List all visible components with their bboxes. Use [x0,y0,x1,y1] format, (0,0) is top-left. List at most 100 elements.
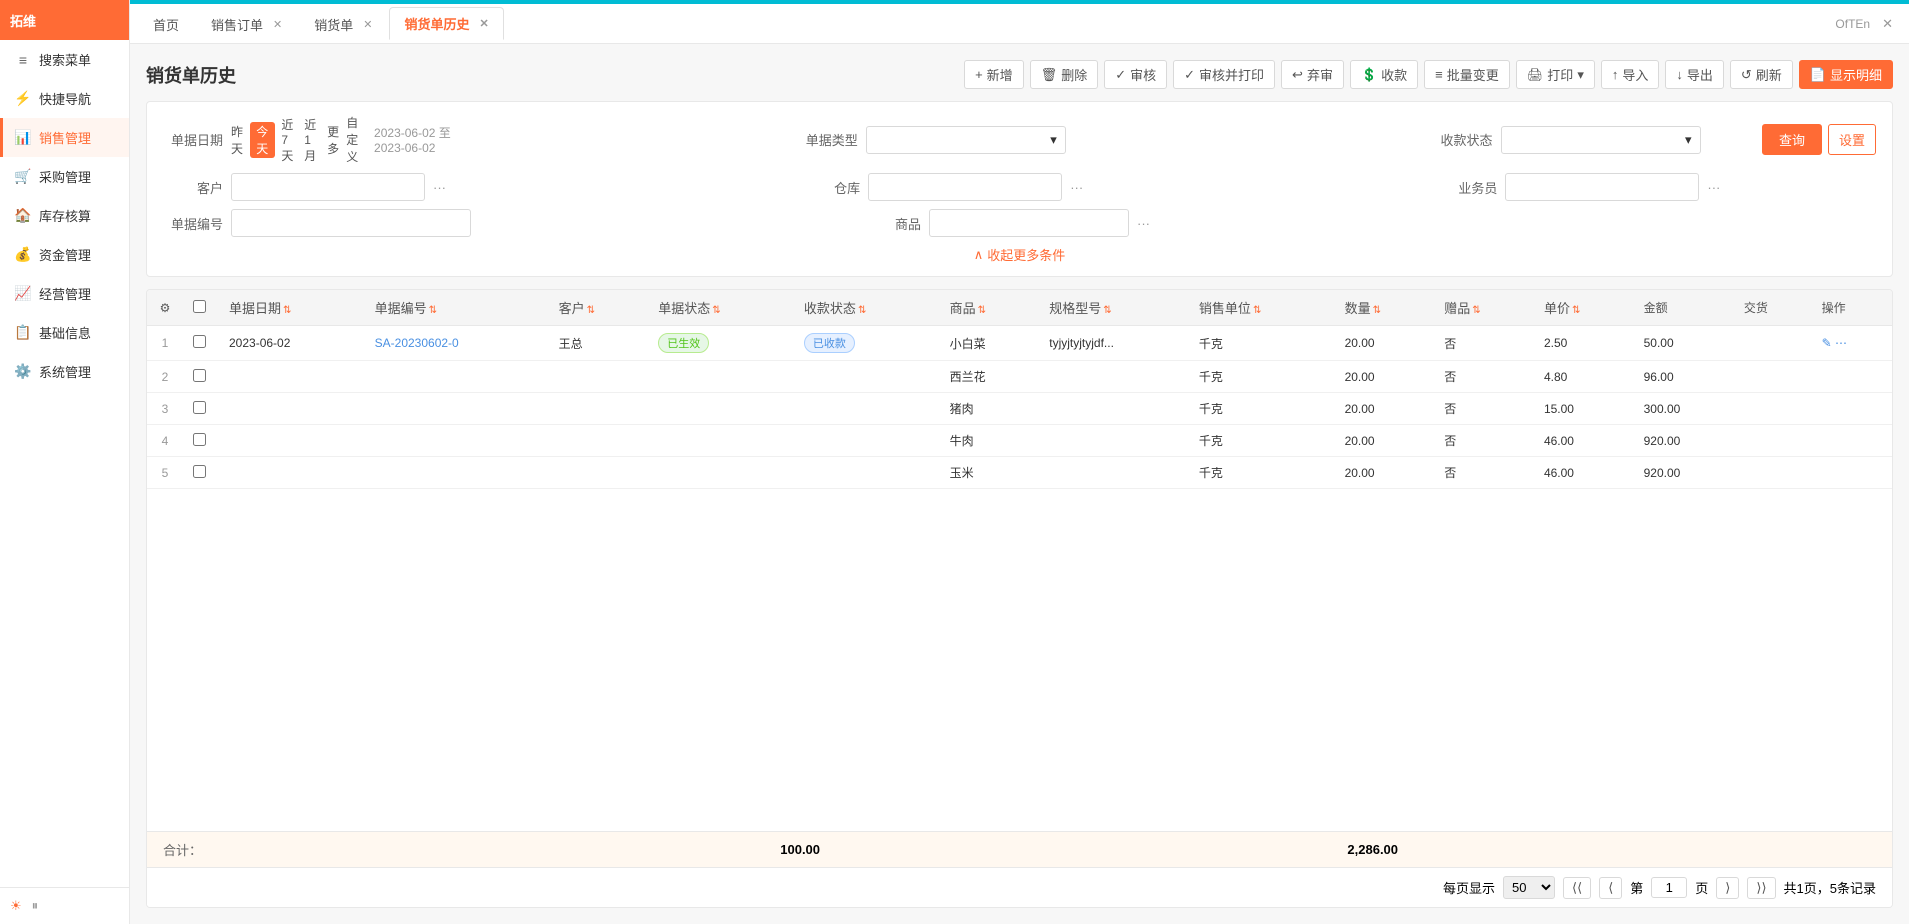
add-button[interactable]: + 新增 [964,60,1024,89]
doc-num-link[interactable]: SA-20230602-0 [375,336,459,350]
query-button[interactable]: 查询 [1762,124,1822,155]
tab-sales-history-close[interactable]: ✕ [480,17,489,30]
table-cell [1039,393,1189,425]
row-checkbox[interactable] [193,433,206,446]
sidebar-item-purchase-mgmt[interactable]: 🛒 采购管理 [0,157,129,196]
tab-sales-order[interactable]: 销售订单 ✕ [196,8,297,40]
docnum-input[interactable] [231,209,471,237]
sidebar-item-sales-mgmt[interactable]: 📊 销售管理 [0,118,129,157]
th-customer: 客户⇅ [549,290,649,326]
table-row: 12023-06-02SA-20230602-0王总已生效已收款小白菜tyjyj… [147,326,1892,361]
salesperson-filter-field: 业务员 ··· [1437,173,1740,201]
batch-change-button[interactable]: ≡ 批量变更 [1424,60,1510,89]
warehouse-input[interactable] [868,173,1062,201]
show-detail-button[interactable]: 📄 显示明细 [1799,60,1893,89]
window-close-button[interactable]: ✕ [1882,16,1893,32]
tab-sales-goods[interactable]: 销货单 ✕ [299,8,387,40]
sort-qty-icon[interactable]: ⇅ [1373,305,1381,316]
current-page-input[interactable] [1651,877,1687,898]
sidebar-bottom-icon1[interactable]: ☀ [10,898,22,914]
customer-ellipsis[interactable]: ··· [433,180,446,195]
sort-docstatus-icon[interactable]: ⇅ [712,305,720,316]
th-unit: 销售单位⇅ [1189,290,1335,326]
select-all-checkbox[interactable] [193,300,206,313]
shortcut-custom[interactable]: 自定义 [346,114,366,165]
edit-link[interactable]: ✎ [1822,336,1832,350]
sort-docnum-icon[interactable]: ⇅ [429,305,437,316]
sidebar-item-search-menu[interactable]: ≡ 搜索菜单 [0,40,129,79]
goods-input[interactable] [929,209,1129,237]
sidebar-item-inventory[interactable]: 🏠 库存核算 [0,196,129,235]
collect-select[interactable]: ▾ [1501,126,1701,154]
settings-button[interactable]: 设置 [1828,124,1876,155]
page-size-select[interactable]: 50 100 200 [1503,876,1555,899]
type-select[interactable]: ▾ [866,126,1066,154]
sidebar-item-label: 快捷导航 [39,89,91,108]
row-checkbox[interactable] [193,335,206,348]
salesperson-input[interactable] [1505,173,1699,201]
audit-button[interactable]: ✓ 审核 [1104,60,1167,89]
sort-spec-icon[interactable]: ⇅ [1103,305,1111,316]
table-cell [219,425,365,457]
sidebar-item-finance[interactable]: 💰 资金管理 [0,235,129,274]
customer-input[interactable] [231,173,425,201]
table-cell: 1 [147,326,183,361]
goods-ellipsis[interactable]: ··· [1137,216,1150,231]
row-checkbox[interactable] [193,465,206,478]
delete-button[interactable]: 🗑 删除 [1030,60,1099,89]
collect-button[interactable]: 💲 收款 [1350,60,1418,89]
table-row: 3猪肉千克20.00否15.00300.00 [147,393,1892,425]
sort-gift-icon[interactable]: ⇅ [1472,305,1480,316]
shortcut-more[interactable]: 更多 [327,123,340,157]
last-page-button[interactable]: ⟩⟩ [1747,877,1775,899]
abandon-button[interactable]: ↩ 弃审 [1281,60,1344,89]
sort-collectstatus-icon[interactable]: ⇅ [858,305,866,316]
sidebar-item-basic-info[interactable]: 📋 基础信息 [0,313,129,352]
th-goods: 商品⇅ [940,290,1040,326]
tab-home[interactable]: 首页 [138,8,194,40]
sidebar-item-quick-nav[interactable]: ⚡ 快捷导航 [0,79,129,118]
sidebar-item-ops-mgmt[interactable]: 📈 经营管理 [0,274,129,313]
sort-date-icon[interactable]: ⇅ [283,305,291,316]
more-link[interactable]: ⋯ [1835,336,1847,350]
app-logo: 拓维 [0,0,129,40]
row-checkbox[interactable] [193,401,206,414]
th-checkbox[interactable] [183,290,219,326]
shortcut-today[interactable]: 今天 [250,122,275,158]
goods-filter-field: 商品 ··· [861,209,1194,237]
sort-goods-icon[interactable]: ⇅ [978,305,986,316]
audit-print-button[interactable]: ✓ 审核并打印 [1173,60,1275,89]
filter-row-1: 单据日期 昨天 今天 近7天 近1月 更多 自定义 2023-06-02 至 2… [163,114,1876,165]
sort-price-icon[interactable]: ⇅ [1572,305,1580,316]
refresh-button[interactable]: ↺ 刷新 [1730,60,1793,89]
shortcut-yesterday[interactable]: 昨天 [231,123,244,157]
table-cell: tyjyjtyjtyjdf... [1039,326,1189,361]
row-checkbox[interactable] [193,369,206,382]
shortcut-7days[interactable]: 近7天 [281,116,298,164]
prev-page-button[interactable]: ⟨ [1599,877,1622,899]
sort-unit-icon[interactable]: ⇅ [1253,305,1261,316]
salesperson-ellipsis[interactable]: ··· [1707,180,1720,195]
sort-customer-icon[interactable]: ⇅ [587,305,595,316]
tab-sales-goods-close[interactable]: ✕ [363,18,372,31]
data-table: ⚙ 单据日期⇅ 单据编号⇅ 客户⇅ 单据状态⇅ 收款状态⇅ 商品⇅ 规格型号⇅ … [147,290,1892,489]
goods-label: 商品 [861,214,921,233]
table-cell: 20.00 [1335,361,1435,393]
tab-sales-history[interactable]: 销货单历史 ✕ [389,7,503,40]
th-gear[interactable]: ⚙ [147,290,183,326]
export-button[interactable]: ↓ 导出 [1665,60,1724,89]
lightning-icon: ⚡ [15,91,31,107]
shortcut-1month[interactable]: 近1月 [304,116,321,164]
sidebar-item-sys-mgmt[interactable]: ⚙️ 系统管理 [0,352,129,391]
sidebar-bottom-icon2[interactable]: ⏸ [32,898,39,914]
print-button[interactable]: 🖨 打印 ▾ [1516,60,1595,89]
table-cell [183,326,219,361]
docnum-label: 单据编号 [163,214,223,233]
collapse-button[interactable]: ∧ 收起更多条件 [163,245,1876,264]
import-button[interactable]: ↑ 导入 [1601,60,1660,89]
tab-sales-order-close[interactable]: ✕ [273,18,282,31]
next-page-button[interactable]: ⟩ [1716,877,1739,899]
first-page-button[interactable]: ⟨⟨ [1563,877,1591,899]
warehouse-ellipsis[interactable]: ··· [1070,180,1083,195]
table-cell [648,393,794,425]
